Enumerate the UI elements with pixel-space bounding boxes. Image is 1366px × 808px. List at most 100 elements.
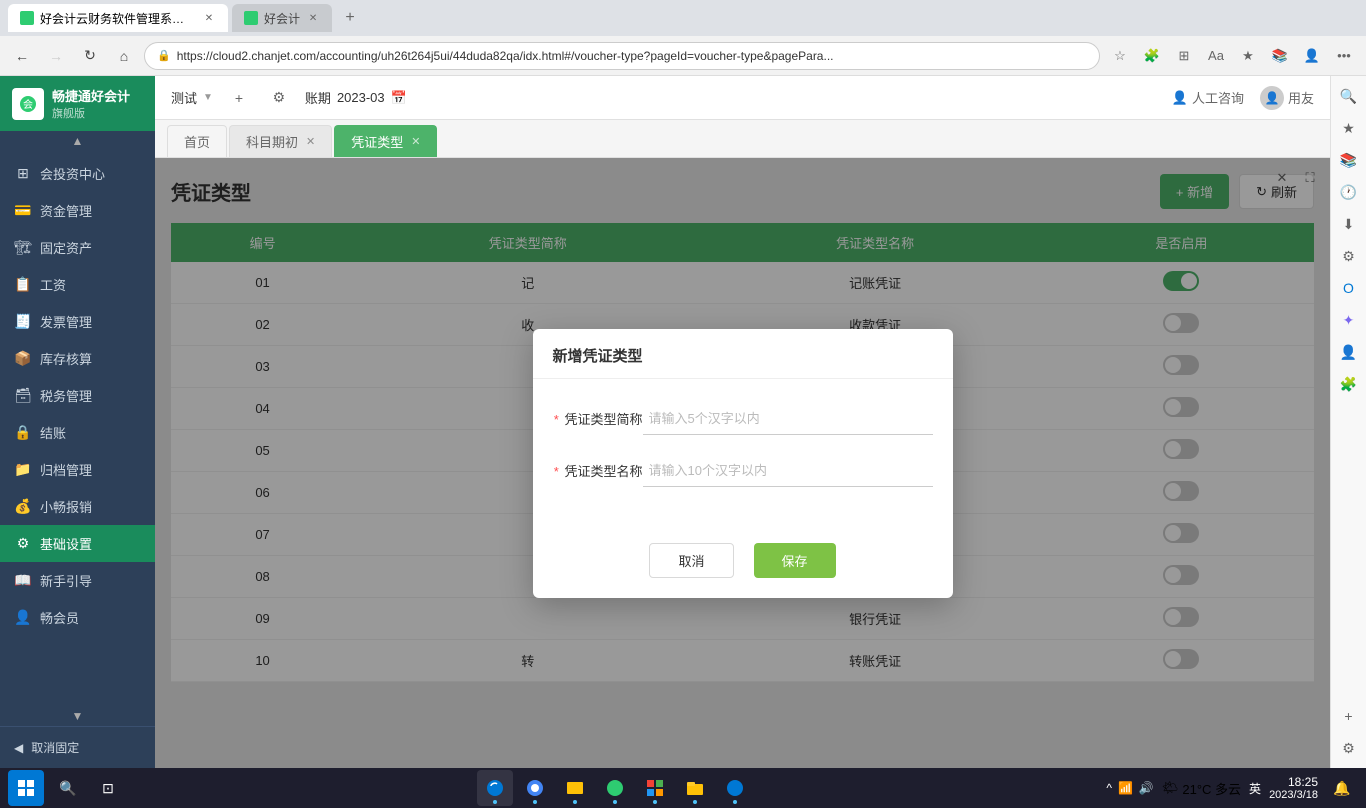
chevron-up-icon[interactable]: ^ [1106,781,1112,795]
tab-subject[interactable]: 科目期初 ✕ [229,125,332,157]
taskbar-app-wechat[interactable] [597,770,633,806]
payroll-icon: 📋 [14,276,32,294]
tab-home[interactable]: 首页 [167,125,227,157]
right-star-icon[interactable]: ★ [1335,114,1363,142]
tab-subject-close-icon[interactable]: ✕ [306,135,315,148]
extensions-button[interactable]: 🧩 [1138,42,1166,70]
sidebar-item-label: 畅会员 [40,608,79,627]
settings-button[interactable]: ⚙ [265,84,293,112]
add-favorites-button[interactable]: ★ [1234,42,1262,70]
workspace-selector[interactable]: 测试 ▼ [171,88,213,107]
taskbar-app-chrome[interactable] [517,770,553,806]
home-button[interactable]: ⌂ [110,42,138,70]
browser-tab-2-close[interactable]: ✕ [306,11,320,25]
sidebar-item-finance[interactable]: 💳 资金管理 [0,192,155,229]
sidebar-item-archive[interactable]: 📁 归档管理 [0,451,155,488]
svg-text:会: 会 [23,98,33,111]
abbr-label: * 凭证类型简称 [553,409,643,428]
tab-voucher-type-close-icon[interactable]: ✕ [411,135,420,148]
fixed-assets-icon: 🏗 [14,239,32,257]
taskbar-app-folder[interactable] [677,770,713,806]
notification-button[interactable]: 🔔 [1326,772,1358,804]
name-input[interactable] [643,455,933,487]
favorites-button[interactable]: ☆ [1106,42,1134,70]
right-extension-icon[interactable]: 🧩 [1335,370,1363,398]
right-copilot-icon[interactable]: ✦ [1335,306,1363,334]
cancel-button[interactable]: 取消 [649,543,733,578]
sidebar-item-fixed-assets[interactable]: 🏗 固定资产 [0,229,155,266]
scroll-up-indicator[interactable]: ▲ [0,131,155,151]
logo-icon: 会 [12,88,44,120]
sidebar-item-label: 基础设置 [40,534,92,553]
right-download-icon[interactable]: ⬇ [1335,210,1363,238]
sidebar-item-expense[interactable]: 💰 小畅报销 [0,488,155,525]
add-workspace-button[interactable]: + [225,84,253,112]
taskbar-sys-tray: ^ 📶 🔊 [1106,781,1154,795]
consult-button[interactable]: 👤 人工咨询 [1172,88,1244,107]
taskbar-app-edge[interactable] [477,770,513,806]
taskbar: 🔍 ⊡ ^ 📶 🔊 🌤 21°C 多云 [0,768,1366,808]
modal-body: * 凭证类型简称 * 凭证类型名称 [533,379,953,531]
url-box[interactable]: 🔒 https://cloud2.chanjet.com/accounting/… [144,42,1100,70]
collections-button[interactable]: 📚 [1266,42,1294,70]
right-panel: 🔍 ★ 📚 🕐 ⬇ ⚙ O ✦ 👤 🧩 + ⚙ [1330,76,1366,768]
taskbar-search-button[interactable]: 🔍 [52,772,84,804]
app-header: 测试 ▼ + ⚙ 账期 2023-03 📅 👤 人工咨询 👤 用友 [155,76,1330,120]
workspace-chevron-icon: ▼ [203,92,213,103]
browser-tab-2[interactable]: 好会计 ✕ [232,4,332,32]
sidebar-item-label: 会投资中心 [40,164,105,183]
sidebar-item-settle[interactable]: 🔒 结账 [0,414,155,451]
sidebar-item-tax[interactable]: 🗃 税务管理 [0,377,155,414]
right-outlook-icon[interactable]: O [1335,274,1363,302]
start-button[interactable] [8,770,44,806]
right-history-icon[interactable]: 🕐 [1335,178,1363,206]
sidebar-item-payroll[interactable]: 📋 工资 [0,266,155,303]
right-search-icon[interactable]: 🔍 [1335,82,1363,110]
sidebar-item-basic[interactable]: ⚙ 基础设置 [0,525,155,562]
user-info[interactable]: 👤 用友 [1260,86,1314,110]
right-collection-icon[interactable]: 📚 [1335,146,1363,174]
investment-icon: ⊞ [14,165,32,183]
taskbar-app-explorer[interactable] [557,770,593,806]
profile-button[interactable]: 👤 [1298,42,1326,70]
back-button[interactable]: ← [8,42,36,70]
save-button[interactable]: 保存 [754,543,836,578]
taskbar-app-edge2[interactable] [717,770,753,806]
sidebar-item-label: 税务管理 [40,386,92,405]
unpin-button[interactable]: ◀ 取消固定 [14,735,141,760]
header-right: 👤 人工咨询 👤 用友 [1172,86,1314,110]
scroll-down-indicator[interactable]: ▼ [0,706,155,726]
forward-button[interactable]: → [42,42,70,70]
abbr-input[interactable] [643,403,933,435]
volume-icon: 🔊 [1139,781,1154,795]
lock-icon: 🔒 [157,49,171,62]
refresh-button[interactable]: ↻ [76,42,104,70]
sidebar-item-inventory[interactable]: 📦 库存核算 [0,340,155,377]
taskbar-task-view-button[interactable]: ⊡ [92,772,124,804]
tax-icon: 🗃 [14,387,32,405]
more-button[interactable]: ••• [1330,42,1358,70]
tab-bar: 好会计云财务软件管理系统_会计 ✕ 好会计 ✕ + [0,0,1366,36]
reading-mode-button[interactable]: Aa [1202,42,1230,70]
sidebar-item-investment[interactable]: ⊞ 会投资中心 [0,155,155,192]
right-settings-icon[interactable]: ⚙ [1335,734,1363,762]
sidebar-item-member[interactable]: 👤 畅会员 [0,599,155,636]
split-view-button[interactable]: ⊞ [1170,42,1198,70]
taskbar-app-store[interactable] [637,770,673,806]
right-plus-icon[interactable]: + [1335,702,1363,730]
logo-text: 畅捷通好会计 旗舰版 [52,86,130,121]
browser-tab-1-close[interactable]: ✕ [202,11,216,25]
right-apps-icon[interactable]: ⚙ [1335,242,1363,270]
browser-tab-1[interactable]: 好会计云财务软件管理系统_会计 ✕ [8,4,228,32]
sidebar-item-guide[interactable]: 📖 新手引导 [0,562,155,599]
tab-home-label: 首页 [184,132,210,151]
basic-icon: ⚙ [14,535,32,553]
address-bar: ← → ↻ ⌂ 🔒 https://cloud2.chanjet.com/acc… [0,36,1366,76]
user-avatar: 👤 [1260,86,1284,110]
sidebar-item-label: 工资 [40,275,66,294]
sidebar-item-invoice[interactable]: 🧾 发票管理 [0,303,155,340]
tab-voucher-type[interactable]: 凭证类型 ✕ [334,125,437,157]
right-user-icon[interactable]: 👤 [1335,338,1363,366]
tab-voucher-type-label: 凭证类型 [351,132,403,151]
new-tab-button[interactable]: + [336,4,364,32]
